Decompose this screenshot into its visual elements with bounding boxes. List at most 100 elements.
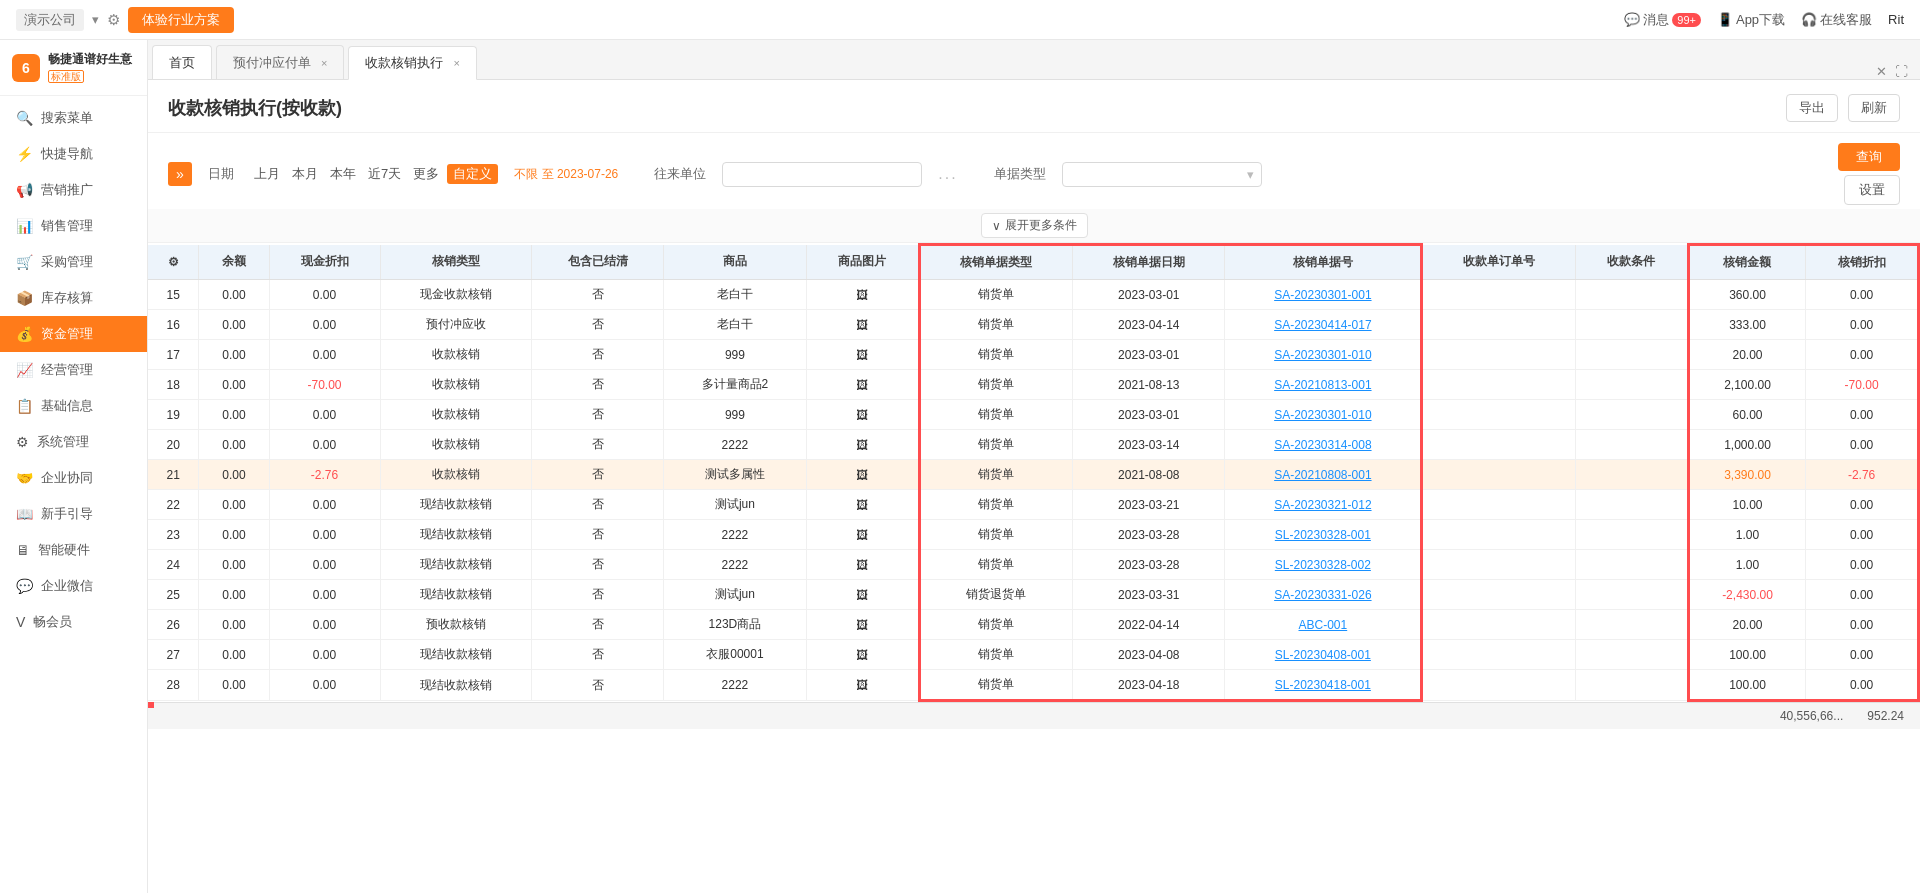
- cell-cash_discount: 0.00: [269, 550, 380, 580]
- expand-icon: ∨: [992, 219, 1001, 233]
- sidebar-icon: 💰: [16, 326, 33, 342]
- table-row: 240.000.00现结收款核销否2222🖼销货单2023-03-28SL-20…: [148, 550, 1919, 580]
- page-title: 收款核销执行(按收款): [168, 96, 342, 120]
- cell-cancel_type: 现结收款核销: [380, 670, 532, 701]
- date-7days[interactable]: 近7天: [364, 164, 405, 184]
- cell-balance: 0.00: [199, 670, 269, 701]
- cell-cancel_discount: -70.00: [1806, 370, 1919, 400]
- cell-receipt_condition: [1576, 610, 1689, 640]
- sidebar-item-畅会员[interactable]: V畅会员: [0, 604, 147, 640]
- sidebar-item-搜索菜单[interactable]: 🔍搜索菜单: [0, 100, 147, 136]
- cell-cancel_discount: 0.00: [1806, 610, 1919, 640]
- sidebar-item-企业微信[interactable]: 💬企业微信: [0, 568, 147, 604]
- cell-cancel_type: 预收款核销: [380, 610, 532, 640]
- sidebar-icon: 📋: [16, 398, 33, 414]
- collapse-button[interactable]: »: [168, 162, 192, 186]
- settings-button[interactable]: 设置: [1844, 175, 1900, 205]
- date-custom[interactable]: 自定义: [447, 164, 498, 184]
- cell-cancel_number[interactable]: SA-20230321-012: [1225, 490, 1422, 520]
- cell-cancel_amount: 1,000.00: [1688, 430, 1805, 460]
- cell-cancel_number[interactable]: SL-20230328-002: [1225, 550, 1422, 580]
- cell-cancel_number[interactable]: SA-20230301-010: [1225, 340, 1422, 370]
- cell-cancel_number[interactable]: SL-20230418-001: [1225, 670, 1422, 701]
- cell-include_cleared: 否: [532, 460, 664, 490]
- tab-close-icon[interactable]: ×: [321, 57, 327, 69]
- cell-cash_discount: 0.00: [269, 280, 380, 310]
- sidebar-item-营销推广[interactable]: 📢营销推广: [0, 172, 147, 208]
- sidebar-item-库存核算[interactable]: 📦库存核算: [0, 280, 147, 316]
- tab-预付冲应付单[interactable]: 预付冲应付单×: [216, 45, 344, 79]
- cell-id: 23: [148, 520, 199, 550]
- date-this-month[interactable]: 本月: [288, 164, 322, 184]
- cell-cancel_date: 2021-08-13: [1073, 370, 1225, 400]
- close-window-icon[interactable]: ✕: [1876, 64, 1887, 79]
- sidebar-item-快捷导航[interactable]: ⚡快捷导航: [0, 136, 147, 172]
- cell-cancel_date: 2021-08-08: [1073, 460, 1225, 490]
- cell-cancel_discount: 0.00: [1806, 400, 1919, 430]
- page-actions: 导出 刷新: [1786, 94, 1900, 122]
- cell-cancel_type: 收款核销: [380, 340, 532, 370]
- refresh-button[interactable]: 刷新: [1848, 94, 1900, 122]
- cell-id: 16: [148, 310, 199, 340]
- table-row: 150.000.00现金收款核销否老白干🖼销货单2023-03-01SA-202…: [148, 280, 1919, 310]
- cell-cancel_number[interactable]: SL-20230328-001: [1225, 520, 1422, 550]
- tab-close-icon[interactable]: ×: [453, 57, 459, 69]
- sidebar-label: 营销推广: [41, 181, 93, 199]
- date-this-year[interactable]: 本年: [326, 164, 360, 184]
- cell-receipt_condition: [1576, 280, 1689, 310]
- cell-cash_discount: 0.00: [269, 670, 380, 701]
- cell-receipt_condition: [1576, 310, 1689, 340]
- tab-首页[interactable]: 首页: [152, 45, 212, 79]
- cell-cancel_number[interactable]: SA-20230331-026: [1225, 580, 1422, 610]
- sidebar-item-采购管理[interactable]: 🛒采购管理: [0, 244, 147, 280]
- sidebar-item-企业协同[interactable]: 🤝企业协同: [0, 460, 147, 496]
- cell-cancel_number[interactable]: SA-20230301-001: [1225, 280, 1422, 310]
- cell-cancel_number[interactable]: ABC-001: [1225, 610, 1422, 640]
- cell-cancel_number[interactable]: SA-20210813-001: [1225, 370, 1422, 400]
- date-more[interactable]: 更多: [409, 164, 443, 184]
- cell-cancel_discount: 0.00: [1806, 550, 1919, 580]
- cell-receipt_order_no: [1422, 400, 1576, 430]
- query-button[interactable]: 查询: [1838, 143, 1900, 171]
- cell-cancel_type: 现结收款核销: [380, 580, 532, 610]
- sidebar-item-新手引导[interactable]: 📖新手引导: [0, 496, 147, 532]
- cell-cash_discount: -70.00: [269, 370, 380, 400]
- counterparty-input[interactable]: [722, 162, 922, 187]
- sidebar-label: 快捷导航: [41, 145, 93, 163]
- cell-balance: 0.00: [199, 640, 269, 670]
- cell-balance: 0.00: [199, 310, 269, 340]
- industry-button[interactable]: 体验行业方案: [128, 7, 234, 33]
- sidebar-item-基础信息[interactable]: 📋基础信息: [0, 388, 147, 424]
- cell-balance: 0.00: [199, 400, 269, 430]
- total-discount: 952.24: [1867, 709, 1904, 723]
- sidebar-item-智能硬件[interactable]: 🖥智能硬件: [0, 532, 147, 568]
- sidebar-label: 资金管理: [41, 325, 93, 343]
- sidebar-item-系统管理[interactable]: ⚙系统管理: [0, 424, 147, 460]
- export-button[interactable]: 导出: [1786, 94, 1838, 122]
- tab-收款核销执行[interactable]: 收款核销执行×: [348, 46, 476, 80]
- cell-cancel_voucher_type: 销货单: [919, 610, 1073, 640]
- date-last-month[interactable]: 上月: [250, 164, 284, 184]
- main-area: 首页预付冲应付单×收款核销执行× ✕ ⛶ 收款核销执行(按收款) 导出 刷新 »…: [148, 40, 1920, 893]
- chevron-down-icon[interactable]: ▾: [92, 12, 99, 27]
- sidebar-item-销售管理[interactable]: 📊销售管理: [0, 208, 147, 244]
- cell-cancel_date: 2023-04-18: [1073, 670, 1225, 701]
- cell-cancel_number[interactable]: SA-20230414-017: [1225, 310, 1422, 340]
- voucher-type-select[interactable]: [1062, 162, 1262, 187]
- app-download-btn[interactable]: 📱 App下载: [1717, 11, 1785, 29]
- cell-cancel_number[interactable]: SA-20230314-008: [1225, 430, 1422, 460]
- cell-cancel_number[interactable]: SA-20230301-010: [1225, 400, 1422, 430]
- cell-product: 999: [663, 340, 806, 370]
- expand-conditions-button[interactable]: ∨ 展开更多条件: [981, 213, 1088, 238]
- sidebar-icon: 🔍: [16, 110, 33, 126]
- gear-icon[interactable]: ⚙: [107, 11, 120, 29]
- cell-cancel_number[interactable]: SL-20230408-001: [1225, 640, 1422, 670]
- cell-cancel_number[interactable]: SA-20210808-001: [1225, 460, 1422, 490]
- sidebar-item-资金管理[interactable]: 💰 资金管理: [0, 316, 147, 352]
- col-header-product_img: 商品图片: [806, 245, 919, 280]
- service-btn[interactable]: 🎧 在线客服: [1801, 11, 1872, 29]
- maximize-icon[interactable]: ⛶: [1895, 64, 1908, 79]
- message-btn[interactable]: 💬 消息 99+: [1624, 11, 1701, 29]
- sidebar-item-经营管理[interactable]: 📈经营管理: [0, 352, 147, 388]
- message-label: 消息: [1643, 11, 1669, 29]
